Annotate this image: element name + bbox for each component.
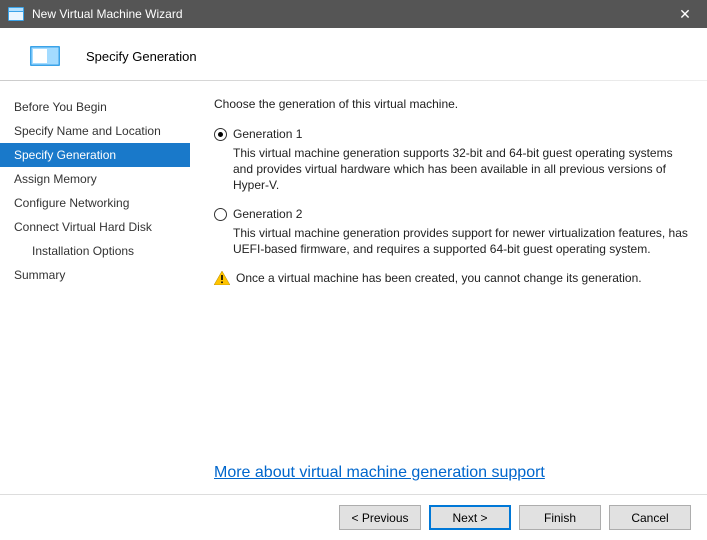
titlebar: New Virtual Machine Wizard ✕ — [0, 0, 707, 28]
generation-1-description: This virtual machine generation supports… — [233, 145, 689, 193]
sidebar-item-configure-networking[interactable]: Configure Networking — [0, 191, 190, 215]
wizard-steps-sidebar: Before You Begin Specify Name and Locati… — [0, 81, 190, 456]
radio-generation-2-label: Generation 2 — [233, 207, 302, 221]
main-content: Choose the generation of this virtual ma… — [190, 81, 707, 456]
window-title: New Virtual Machine Wizard — [32, 7, 671, 21]
wizard-icon — [30, 46, 60, 66]
radio-generation-2[interactable]: Generation 2 — [214, 207, 689, 221]
finish-button[interactable]: Finish — [519, 505, 601, 530]
previous-button[interactable]: < Previous — [339, 505, 421, 530]
wizard-titlebar-icon — [8, 7, 24, 21]
close-button[interactable]: ✕ — [671, 6, 699, 23]
radio-icon — [214, 208, 227, 221]
sidebar-item-specify-generation[interactable]: Specify Generation — [0, 143, 190, 167]
more-info-link[interactable]: More about virtual machine generation su… — [214, 464, 545, 482]
radio-generation-1-label: Generation 1 — [233, 127, 302, 141]
radio-icon — [214, 128, 227, 141]
sidebar-item-connect-vhd[interactable]: Connect Virtual Hard Disk — [0, 215, 190, 239]
radio-generation-1[interactable]: Generation 1 — [214, 127, 689, 141]
sidebar-item-assign-memory[interactable]: Assign Memory — [0, 167, 190, 191]
sidebar-item-summary[interactable]: Summary — [0, 263, 190, 287]
sidebar-item-installation-options[interactable]: Installation Options — [0, 239, 190, 263]
page-header: Specify Generation — [0, 28, 707, 80]
sidebar-item-specify-name[interactable]: Specify Name and Location — [0, 119, 190, 143]
warning-icon — [214, 271, 230, 285]
generation-2-description: This virtual machine generation provides… — [233, 225, 689, 257]
warning-row: Once a virtual machine has been created,… — [214, 271, 689, 285]
next-button[interactable]: Next > — [429, 505, 511, 530]
dialog-footer: < Previous Next > Finish Cancel — [0, 494, 707, 540]
cancel-button[interactable]: Cancel — [609, 505, 691, 530]
warning-text: Once a virtual machine has been created,… — [236, 271, 642, 285]
instruction-text: Choose the generation of this virtual ma… — [214, 97, 689, 111]
page-title: Specify Generation — [86, 49, 197, 64]
sidebar-item-before-you-begin[interactable]: Before You Begin — [0, 95, 190, 119]
